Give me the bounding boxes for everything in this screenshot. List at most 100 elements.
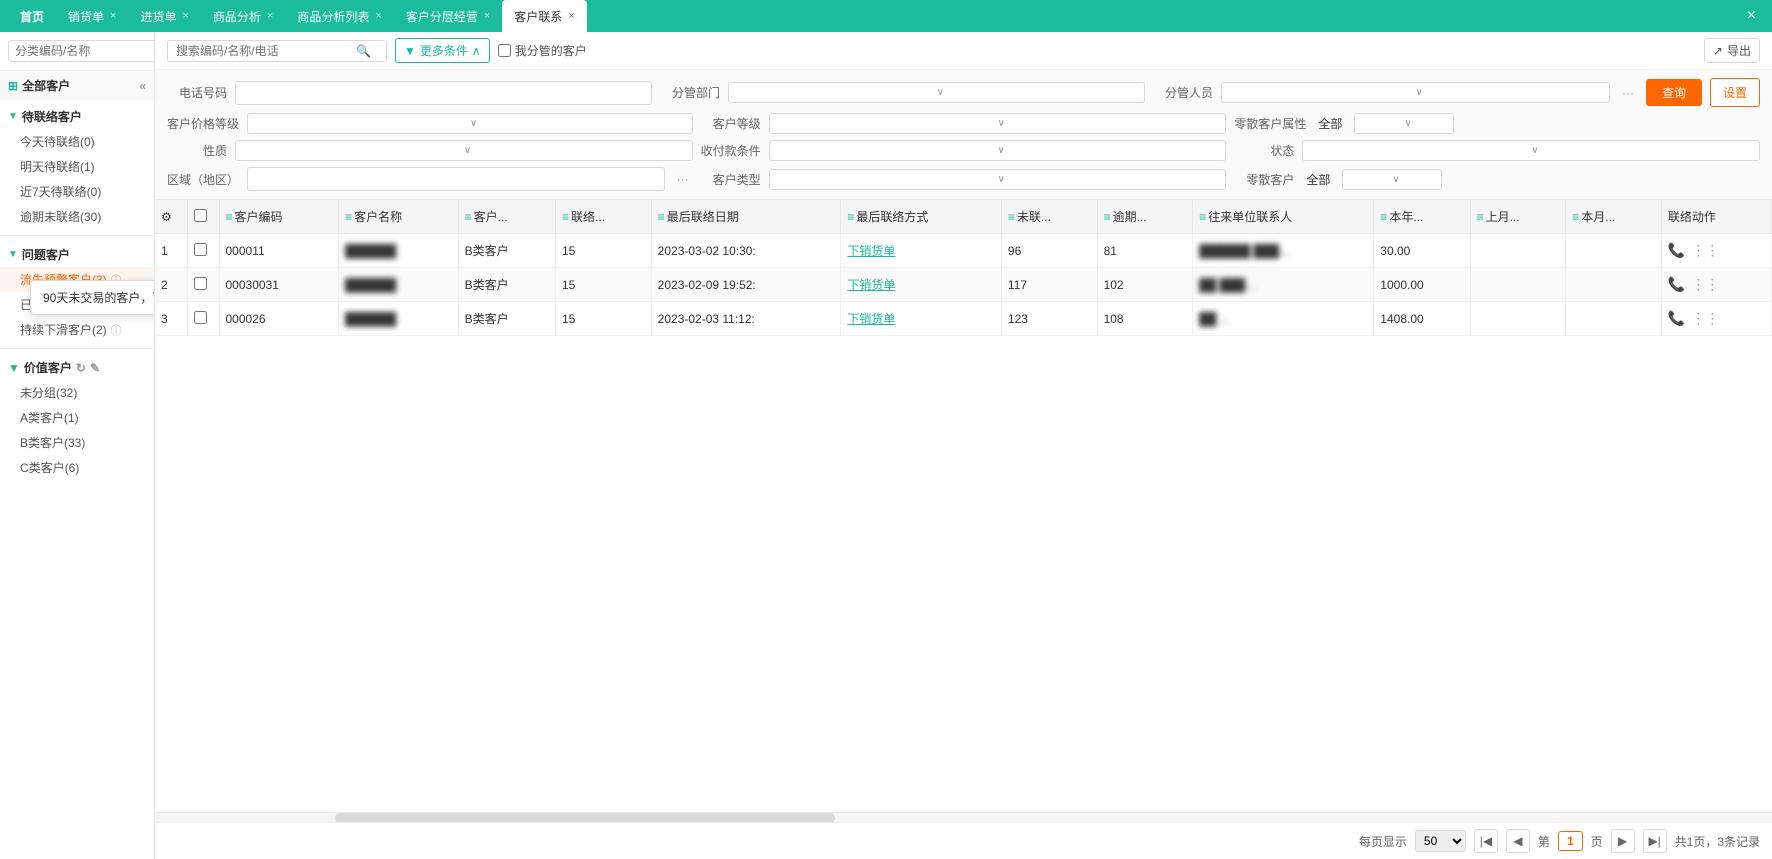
- th-this-month[interactable]: ≡本月...: [1566, 200, 1662, 234]
- cell-unlink: 96: [1001, 234, 1097, 268]
- all-customers-header[interactable]: ⊞ 全部客户 «: [0, 71, 154, 100]
- th-last-month[interactable]: ≡上月...: [1470, 200, 1566, 234]
- customer-type-select[interactable]: ∨: [769, 169, 1227, 190]
- prev-page-btn[interactable]: ◀: [1506, 829, 1530, 853]
- th-settings[interactable]: ⚙: [155, 200, 187, 234]
- th-type[interactable]: ≡客户...: [458, 200, 555, 234]
- my-customer-checkbox[interactable]: [498, 44, 511, 57]
- th-checkbox[interactable]: [187, 200, 219, 234]
- th-contact-person[interactable]: ≡往来单位联系人: [1193, 200, 1374, 234]
- first-page-btn[interactable]: |◀: [1474, 829, 1498, 853]
- sidebar-item-ungroup[interactable]: 未分组(32): [0, 380, 154, 405]
- action-menu-icon-2[interactable]: ⋮⋮: [1691, 310, 1719, 327]
- close-product-list-tab[interactable]: ×: [375, 10, 381, 22]
- horizontal-scrollbar[interactable]: [155, 812, 1772, 822]
- pending-group-title[interactable]: ▼ 待联络客户: [0, 104, 154, 129]
- value-group-title[interactable]: ▼ 价值客户 ↻ ✎: [0, 355, 154, 380]
- last-method-link-0[interactable]: 下销货单: [847, 244, 895, 258]
- action-phone-icon-2[interactable]: 📞: [1668, 310, 1685, 327]
- th-last-date[interactable]: ≡最后联络日期: [651, 200, 841, 234]
- phone-label: 电话号码: [167, 84, 227, 101]
- per-page-select[interactable]: 50 100 200: [1415, 830, 1466, 852]
- sidebar-item-class-a[interactable]: A类客户(1): [0, 405, 154, 430]
- row-checkbox-2[interactable]: [194, 311, 207, 324]
- value-edit-icon[interactable]: ✎: [90, 361, 100, 375]
- th-code[interactable]: ≡客户编码: [219, 200, 339, 234]
- settings-button[interactable]: 设置: [1710, 78, 1760, 107]
- nav-tab-customer-tier[interactable]: 客户分层经营 ×: [394, 0, 502, 32]
- action-menu-icon-0[interactable]: ⋮⋮: [1691, 242, 1719, 259]
- filter-arrow-icon: ∧: [472, 44, 481, 58]
- last-method-link-2[interactable]: 下销货单: [847, 312, 895, 326]
- select-all-checkbox[interactable]: [194, 209, 207, 222]
- dept-label: 分管部门: [660, 84, 720, 101]
- nav-tab-customer-contact[interactable]: 客户联系 ×: [502, 0, 586, 32]
- action-phone-icon-1[interactable]: 📞: [1668, 276, 1685, 293]
- row-checkbox-0[interactable]: [194, 243, 207, 256]
- next-page-btn[interactable]: ▶: [1611, 829, 1635, 853]
- settings-icon[interactable]: ⚙: [161, 210, 172, 224]
- sidebar-search-input[interactable]: [8, 40, 155, 62]
- sidebar-item-overdue-contact[interactable]: 逾期未联络(30): [0, 204, 154, 229]
- row-checkbox-1[interactable]: [194, 277, 207, 290]
- collapse-icon[interactable]: «: [139, 79, 146, 93]
- th-contact[interactable]: ≡联络...: [556, 200, 652, 234]
- sidebar-item-declining[interactable]: 持续下滑客户(2) ⓘ: [0, 317, 154, 342]
- close-customer-tier-tab[interactable]: ×: [484, 10, 490, 22]
- th-overdue[interactable]: ≡逾期...: [1097, 200, 1193, 234]
- cell-checkbox[interactable]: [187, 268, 219, 302]
- gender-select[interactable]: ∨: [235, 140, 693, 161]
- search-toolbar-icon[interactable]: 🔍: [356, 44, 371, 58]
- close-all-button[interactable]: ×: [1739, 7, 1764, 25]
- last-method-link-1[interactable]: 下销货单: [847, 278, 895, 292]
- th-unlink[interactable]: ≡未联...: [1001, 200, 1097, 234]
- price-select[interactable]: ∨: [247, 113, 693, 134]
- region-input[interactable]: [247, 167, 665, 191]
- my-customer-checkbox-wrap[interactable]: 我分管的客户: [498, 42, 587, 59]
- export-button[interactable]: ↗ 导出: [1704, 38, 1760, 63]
- person-select[interactable]: ∨: [1221, 82, 1610, 103]
- query-button[interactable]: 查询: [1646, 79, 1702, 106]
- action-phone-icon-0[interactable]: 📞: [1668, 242, 1685, 259]
- last-page-btn[interactable]: ▶|: [1643, 829, 1667, 853]
- close-product-analysis-tab[interactable]: ×: [267, 10, 273, 22]
- filter-field-customer-type: 客户类型 ∨: [701, 169, 1227, 190]
- sidebar-item-class-c[interactable]: C类客户(6): [0, 455, 154, 480]
- declining-info-icon[interactable]: ⓘ: [111, 322, 122, 338]
- sidebar-item-today[interactable]: 今天待联络(0): [0, 129, 154, 154]
- nav-tab-sales[interactable]: 销货单 ×: [56, 0, 128, 32]
- search-input-wrap: 🔍: [167, 40, 387, 62]
- retail-attr-select[interactable]: ∨: [1354, 113, 1454, 134]
- level-select[interactable]: ∨: [769, 113, 1227, 134]
- region-more-icon[interactable]: ···: [673, 168, 693, 190]
- th-last-method[interactable]: ≡最后联络方式: [841, 200, 1002, 234]
- th-this-year[interactable]: ≡本年...: [1374, 200, 1470, 234]
- action-menu-icon-1[interactable]: ⋮⋮: [1691, 276, 1719, 293]
- phone-input[interactable]: [235, 81, 652, 105]
- cell-checkbox[interactable]: [187, 234, 219, 268]
- search-input[interactable]: [176, 44, 356, 58]
- sidebar-item-class-b[interactable]: B类客户(33): [0, 430, 154, 455]
- nav-tab-purchase[interactable]: 进货单 ×: [128, 0, 200, 32]
- scrollbar-thumb[interactable]: [335, 813, 835, 822]
- more-filter-btn[interactable]: ▼ 更多条件 ∧: [395, 38, 490, 63]
- dept-select[interactable]: ∨: [728, 82, 1145, 103]
- payment-select[interactable]: ∨: [769, 140, 1227, 161]
- sidebar-item-tomorrow[interactable]: 明天待联络(1): [0, 154, 154, 179]
- sidebar-item-week[interactable]: 近7天待联络(0): [0, 179, 154, 204]
- current-page: 1: [1558, 831, 1583, 851]
- name-sort-icon: ≡: [345, 210, 352, 224]
- status-select[interactable]: ∨: [1302, 140, 1760, 161]
- th-name[interactable]: ≡客户名称: [339, 200, 459, 234]
- nav-tab-product-list[interactable]: 商品分析列表 ×: [285, 0, 393, 32]
- cell-checkbox[interactable]: [187, 302, 219, 336]
- value-refresh-icon[interactable]: ↻: [76, 361, 86, 375]
- problem-group-title[interactable]: ▼ 问题客户: [0, 242, 154, 267]
- close-customer-contact-tab[interactable]: ×: [568, 10, 574, 22]
- close-sales-tab[interactable]: ×: [110, 10, 116, 22]
- nav-tab-home[interactable]: 首页: [8, 0, 56, 32]
- close-purchase-tab[interactable]: ×: [182, 10, 188, 22]
- retail-select[interactable]: ∨: [1342, 169, 1442, 190]
- nav-tab-product-analysis[interactable]: 商品分析 ×: [201, 0, 285, 32]
- person-more-icon[interactable]: ···: [1618, 82, 1638, 104]
